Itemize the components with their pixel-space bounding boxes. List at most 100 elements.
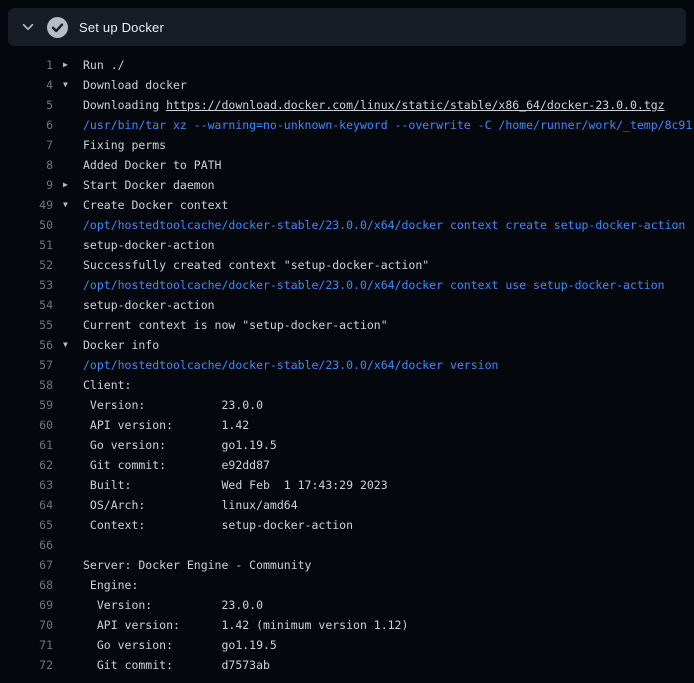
log-line: 4 ▼ Download docker <box>0 75 694 95</box>
log-line: 53/opt/hostedtoolcache/docker-stable/23.… <box>0 275 694 295</box>
log-line-text: Go version: go1.19.5 <box>53 435 694 455</box>
step-header[interactable]: Set up Docker <box>8 8 686 46</box>
line-number[interactable]: 64 <box>0 495 53 515</box>
log-line-text: Version: 23.0.0 <box>53 595 694 615</box>
log-line-text: /opt/hostedtoolcache/docker-stable/23.0.… <box>53 215 694 235</box>
triangle-down-icon[interactable]: ▼ <box>63 335 68 355</box>
line-number[interactable]: 68 <box>0 575 53 595</box>
log-line: 71 Go version: go1.19.5 <box>0 635 694 655</box>
success-check-circle-icon <box>47 17 68 38</box>
line-number[interactable]: 70 <box>0 615 53 635</box>
log-line-text: Version: 23.0.0 <box>53 395 694 415</box>
log-line: 1 ▶ Run ./ <box>0 55 694 75</box>
log-group-title[interactable]: ▼ Download docker <box>53 75 694 95</box>
log-group-title[interactable]: ▼ Create Docker context <box>53 195 694 215</box>
line-number[interactable]: 72 <box>0 655 53 675</box>
line-number[interactable]: 63 <box>0 475 53 495</box>
log-lines: 1▶Run ./4▼Download docker5Downloading ht… <box>0 55 694 675</box>
log-line-text: Go version: go1.19.5 <box>53 635 694 655</box>
line-number[interactable]: 7 <box>0 135 53 155</box>
group-title-text: Run ./ <box>83 58 125 72</box>
log-line-text: Engine: <box>53 575 694 595</box>
log-line: 68 Engine: <box>0 575 694 595</box>
line-number[interactable]: 52 <box>0 255 53 275</box>
group-title-text: Docker info <box>83 338 159 352</box>
log-line: 58Client: <box>0 375 694 395</box>
log-line-text: /opt/hostedtoolcache/docker-stable/23.0.… <box>53 355 694 375</box>
step-title: Set up Docker <box>79 20 164 35</box>
log-group-title[interactable]: ▼ Docker info <box>53 335 694 355</box>
log-line-text: Context: setup-docker-action <box>53 515 694 535</box>
line-number[interactable]: 57 <box>0 355 53 375</box>
log-line-text: Downloading https://download.docker.com/… <box>53 95 694 115</box>
log-line: 60 API version: 1.42 <box>0 415 694 435</box>
log-line-text: setup-docker-action <box>53 235 694 255</box>
line-number[interactable]: 60 <box>0 415 53 435</box>
line-number[interactable]: 53 <box>0 275 53 295</box>
log-group-title[interactable]: ▶ Run ./ <box>53 55 694 75</box>
log-line-text: /opt/hostedtoolcache/docker-stable/23.0.… <box>53 275 694 295</box>
line-number[interactable]: 56 <box>0 335 53 355</box>
log-line-text: Downloading <box>83 98 166 112</box>
log-line: 67Server: Docker Engine - Community <box>0 555 694 575</box>
log-line: 57/opt/hostedtoolcache/docker-stable/23.… <box>0 355 694 375</box>
line-number[interactable]: 58 <box>0 375 53 395</box>
line-number[interactable]: 49 <box>0 195 53 215</box>
log-line: 72 Git commit: d7573ab <box>0 655 694 675</box>
line-number[interactable]: 65 <box>0 515 53 535</box>
log-line-text: /usr/bin/tar xz --warning=no-unknown-key… <box>53 115 694 135</box>
log-line-text: API version: 1.42 <box>53 415 694 435</box>
log-line-text: setup-docker-action <box>53 295 694 315</box>
log-line: 61 Go version: go1.19.5 <box>0 435 694 455</box>
line-number[interactable]: 5 <box>0 95 53 115</box>
log-line: 52Successfully created context "setup-do… <box>0 255 694 275</box>
line-number[interactable]: 71 <box>0 635 53 655</box>
triangle-right-icon[interactable]: ▶ <box>63 175 68 195</box>
log-line-text: Server: Docker Engine - Community <box>53 555 694 575</box>
triangle-down-icon[interactable]: ▼ <box>63 75 68 95</box>
log-line: 55Current context is now "setup-docker-a… <box>0 315 694 335</box>
log-line-text: API version: 1.42 (minimum version 1.12) <box>53 615 694 635</box>
line-number[interactable]: 59 <box>0 395 53 415</box>
log-line-text: Current context is now "setup-docker-act… <box>53 315 694 335</box>
log-line: 7Fixing perms <box>0 135 694 155</box>
line-number[interactable]: 67 <box>0 555 53 575</box>
log-line-text: Client: <box>53 375 694 395</box>
log-line: 59 Version: 23.0.0 <box>0 395 694 415</box>
group-title-text: Create Docker context <box>83 198 228 212</box>
log-line-text: Fixing perms <box>53 135 694 155</box>
triangle-down-icon[interactable]: ▼ <box>63 195 68 215</box>
line-number[interactable]: 50 <box>0 215 53 235</box>
log-line: 6/usr/bin/tar xz --warning=no-unknown-ke… <box>0 115 694 135</box>
line-number[interactable]: 6 <box>0 115 53 135</box>
line-number[interactable]: 61 <box>0 435 53 455</box>
log-line-text: Git commit: d7573ab <box>53 655 694 675</box>
line-number[interactable]: 69 <box>0 595 53 615</box>
chevron-down-icon[interactable] <box>20 19 36 35</box>
log-line: 5Downloading https://download.docker.com… <box>0 95 694 115</box>
log-line: 64 OS/Arch: linux/amd64 <box>0 495 694 515</box>
line-number[interactable]: 4 <box>0 75 53 95</box>
log-line: 70 API version: 1.42 (minimum version 1.… <box>0 615 694 635</box>
log-line: 51setup-docker-action <box>0 235 694 255</box>
line-number[interactable]: 62 <box>0 455 53 475</box>
log-line: 50/opt/hostedtoolcache/docker-stable/23.… <box>0 215 694 235</box>
download-url-link[interactable]: https://download.docker.com/linux/static… <box>166 98 665 112</box>
log-line-text: Added Docker to PATH <box>53 155 694 175</box>
line-number[interactable]: 55 <box>0 315 53 335</box>
log-line: 49 ▼ Create Docker context <box>0 195 694 215</box>
log-line: 69 Version: 23.0.0 <box>0 595 694 615</box>
line-number[interactable]: 1 <box>0 55 53 75</box>
line-number[interactable]: 8 <box>0 155 53 175</box>
log-line: 56 ▼ Docker info <box>0 335 694 355</box>
log-line: 65 Context: setup-docker-action <box>0 515 694 535</box>
group-title-text: Download docker <box>83 78 187 92</box>
log-group-title[interactable]: ▶Start Docker daemon <box>53 175 694 195</box>
line-number[interactable]: 9 <box>0 175 53 195</box>
line-number[interactable]: 51 <box>0 235 53 255</box>
log-line-text: OS/Arch: linux/amd64 <box>53 495 694 515</box>
triangle-right-icon[interactable]: ▶ <box>63 55 68 75</box>
line-number[interactable]: 54 <box>0 295 53 315</box>
line-number[interactable]: 66 <box>0 535 53 555</box>
log-line: 62 Git commit: e92dd87 <box>0 455 694 475</box>
